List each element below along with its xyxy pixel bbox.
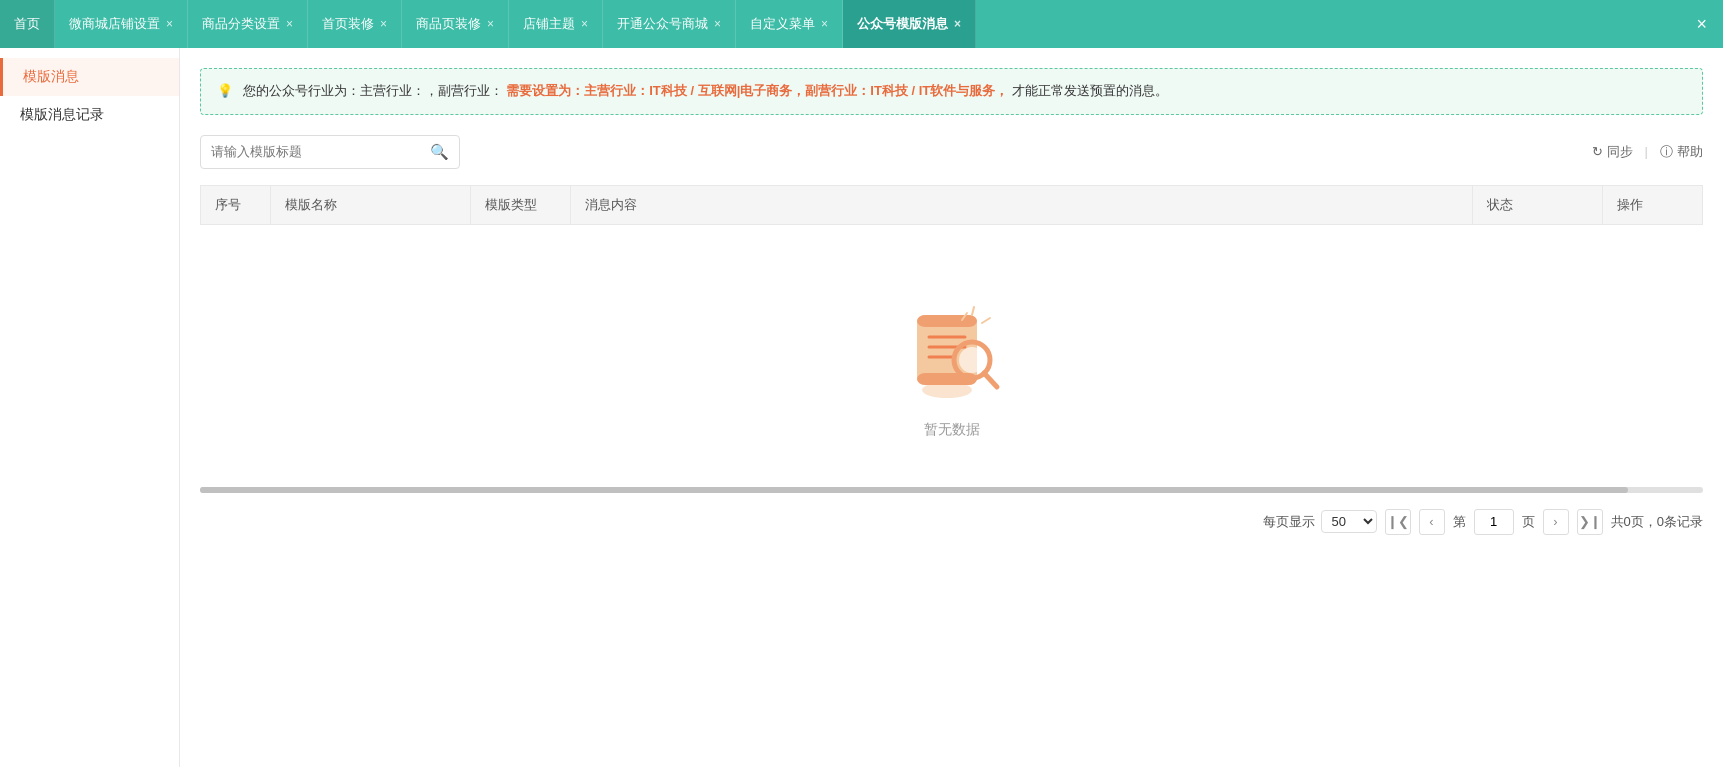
notice-highlight: 需要设置为：主营行业：IT科技 / 互联网|电子商务，副营行业：IT科技 / I… <box>506 83 1008 98</box>
col-header-index: 序号 <box>201 185 271 224</box>
nav-tab-template-msg[interactable]: 公众号模版消息 × <box>843 0 976 48</box>
nav-tab-shop-theme[interactable]: 店铺主题 × <box>509 0 603 48</box>
nav-tab-home[interactable]: 首页 <box>0 0 55 48</box>
svg-rect-2 <box>917 315 977 327</box>
nav-tab-shop-settings[interactable]: 微商城店铺设置 × <box>55 0 188 48</box>
svg-line-11 <box>972 307 974 315</box>
nav-tab-custom-menu-label: 自定义菜单 <box>750 15 815 33</box>
col-header-action: 操作 <box>1603 185 1703 224</box>
page-number-input[interactable] <box>1474 509 1514 535</box>
nav-tab-open-mall[interactable]: 开通公众号商城 × <box>603 0 736 48</box>
empty-text: 暂无数据 <box>924 421 980 439</box>
nav-tab-template-msg-close[interactable]: × <box>954 17 961 31</box>
page-size-wrap: 每页显示 50 10 20 100 <box>1263 510 1377 533</box>
data-table: 序号 模版名称 模版类型 消息内容 状态 操作 <box>200 185 1703 479</box>
nav-tab-open-mall-label: 开通公众号商城 <box>617 15 708 33</box>
empty-row: 暂无数据 <box>201 224 1703 479</box>
nav-tab-product-decor[interactable]: 商品页装修 × <box>402 0 509 48</box>
nav-tab-open-mall-close[interactable]: × <box>714 17 721 31</box>
nav-tab-template-msg-label: 公众号模版消息 <box>857 15 948 33</box>
total-text: 共0页，0条记录 <box>1611 513 1703 531</box>
svg-line-12 <box>982 318 990 323</box>
svg-line-9 <box>984 373 997 387</box>
nav-tab-home-label: 首页 <box>14 15 40 33</box>
top-nav: 首页 微商城店铺设置 × 商品分类设置 × 首页装修 × 商品页装修 × 店铺主… <box>0 0 1723 48</box>
nav-tab-category-settings-close[interactable]: × <box>286 17 293 31</box>
empty-state: 暂无数据 <box>201 225 1703 479</box>
help-button[interactable]: ⓘ 帮助 <box>1660 143 1703 161</box>
sidebar-item-template-msg-record[interactable]: 模版消息记录 <box>0 96 179 134</box>
sync-icon: ↻ <box>1592 144 1603 159</box>
nav-tab-category-settings-label: 商品分类设置 <box>202 15 280 33</box>
col-header-type: 模版类型 <box>471 185 571 224</box>
sidebar-item-template-msg-label: 模版消息 <box>23 68 79 84</box>
help-icon: ⓘ <box>1660 143 1673 161</box>
sync-button[interactable]: ↻ 同步 <box>1592 143 1633 161</box>
toolbar-right: ↻ 同步 | ⓘ 帮助 <box>1592 143 1703 161</box>
nav-tab-shop-settings-close[interactable]: × <box>166 17 173 31</box>
nav-tab-shop-theme-close[interactable]: × <box>581 17 588 31</box>
content-area: 💡 您的公众号行业为：主营行业：，副营行业： 需要设置为：主营行业：IT科技 /… <box>180 48 1723 767</box>
page-next-button[interactable]: › <box>1543 509 1569 535</box>
page-first-button[interactable]: ❙❮ <box>1385 509 1411 535</box>
sidebar-item-template-msg-record-label: 模版消息记录 <box>20 106 104 122</box>
sync-label: 同步 <box>1607 143 1633 161</box>
page-size-label: 每页显示 <box>1263 513 1315 531</box>
col-header-content: 消息内容 <box>571 185 1473 224</box>
main-layout: 模版消息 模版消息记录 💡 您的公众号行业为：主营行业：，副营行业： 需要设置为… <box>0 48 1723 767</box>
sidebar-item-template-msg[interactable]: 模版消息 <box>0 58 179 96</box>
notice-prefix: 您的公众号行业为：主营行业：，副营行业： <box>243 83 503 98</box>
page-size-select[interactable]: 50 10 20 100 <box>1321 510 1377 533</box>
toolbar-divider: | <box>1645 144 1648 159</box>
page-prev-button[interactable]: ‹ <box>1419 509 1445 535</box>
nav-tab-shop-settings-label: 微商城店铺设置 <box>69 15 160 33</box>
table-header-row: 序号 模版名称 模版类型 消息内容 状态 操作 <box>201 185 1703 224</box>
nav-tab-product-decor-label: 商品页装修 <box>416 15 481 33</box>
nav-tab-home-decor[interactable]: 首页装修 × <box>308 0 402 48</box>
nav-tab-home-decor-label: 首页装修 <box>322 15 374 33</box>
page-label-prefix: 第 <box>1453 513 1466 531</box>
search-input-wrap[interactable]: 🔍 <box>200 135 460 169</box>
col-header-name: 模版名称 <box>271 185 471 224</box>
nav-tab-custom-menu-close[interactable]: × <box>821 17 828 31</box>
sidebar: 模版消息 模版消息记录 <box>0 48 180 767</box>
pagination-bar: 每页显示 50 10 20 100 ❙❮ ‹ 第 页 › ❯❙ 共0页，0条记录 <box>200 497 1703 535</box>
nav-tab-product-decor-close[interactable]: × <box>487 17 494 31</box>
nav-tab-home-decor-close[interactable]: × <box>380 17 387 31</box>
notice-banner: 💡 您的公众号行业为：主营行业：，副营行业： 需要设置为：主营行业：IT科技 /… <box>200 68 1703 115</box>
search-input[interactable] <box>211 144 430 159</box>
help-label: 帮助 <box>1677 143 1703 161</box>
close-all-button[interactable]: × <box>1680 0 1723 48</box>
svg-point-8 <box>959 347 985 373</box>
nav-tab-shop-theme-label: 店铺主题 <box>523 15 575 33</box>
nav-tab-custom-menu[interactable]: 自定义菜单 × <box>736 0 843 48</box>
empty-illustration <box>892 285 1012 405</box>
search-bar: 🔍 ↻ 同步 | ⓘ 帮助 <box>200 135 1703 169</box>
search-icon[interactable]: 🔍 <box>430 143 449 161</box>
col-header-status: 状态 <box>1473 185 1603 224</box>
scroll-thumb[interactable] <box>200 487 1628 493</box>
page-last-button[interactable]: ❯❙ <box>1577 509 1603 535</box>
page-label-suffix: 页 <box>1522 513 1535 531</box>
bulb-icon: 💡 <box>217 83 233 98</box>
scroll-track[interactable] <box>200 487 1703 493</box>
notice-suffix: 才能正常发送预置的消息。 <box>1012 83 1168 98</box>
nav-tab-category-settings[interactable]: 商品分类设置 × <box>188 0 308 48</box>
